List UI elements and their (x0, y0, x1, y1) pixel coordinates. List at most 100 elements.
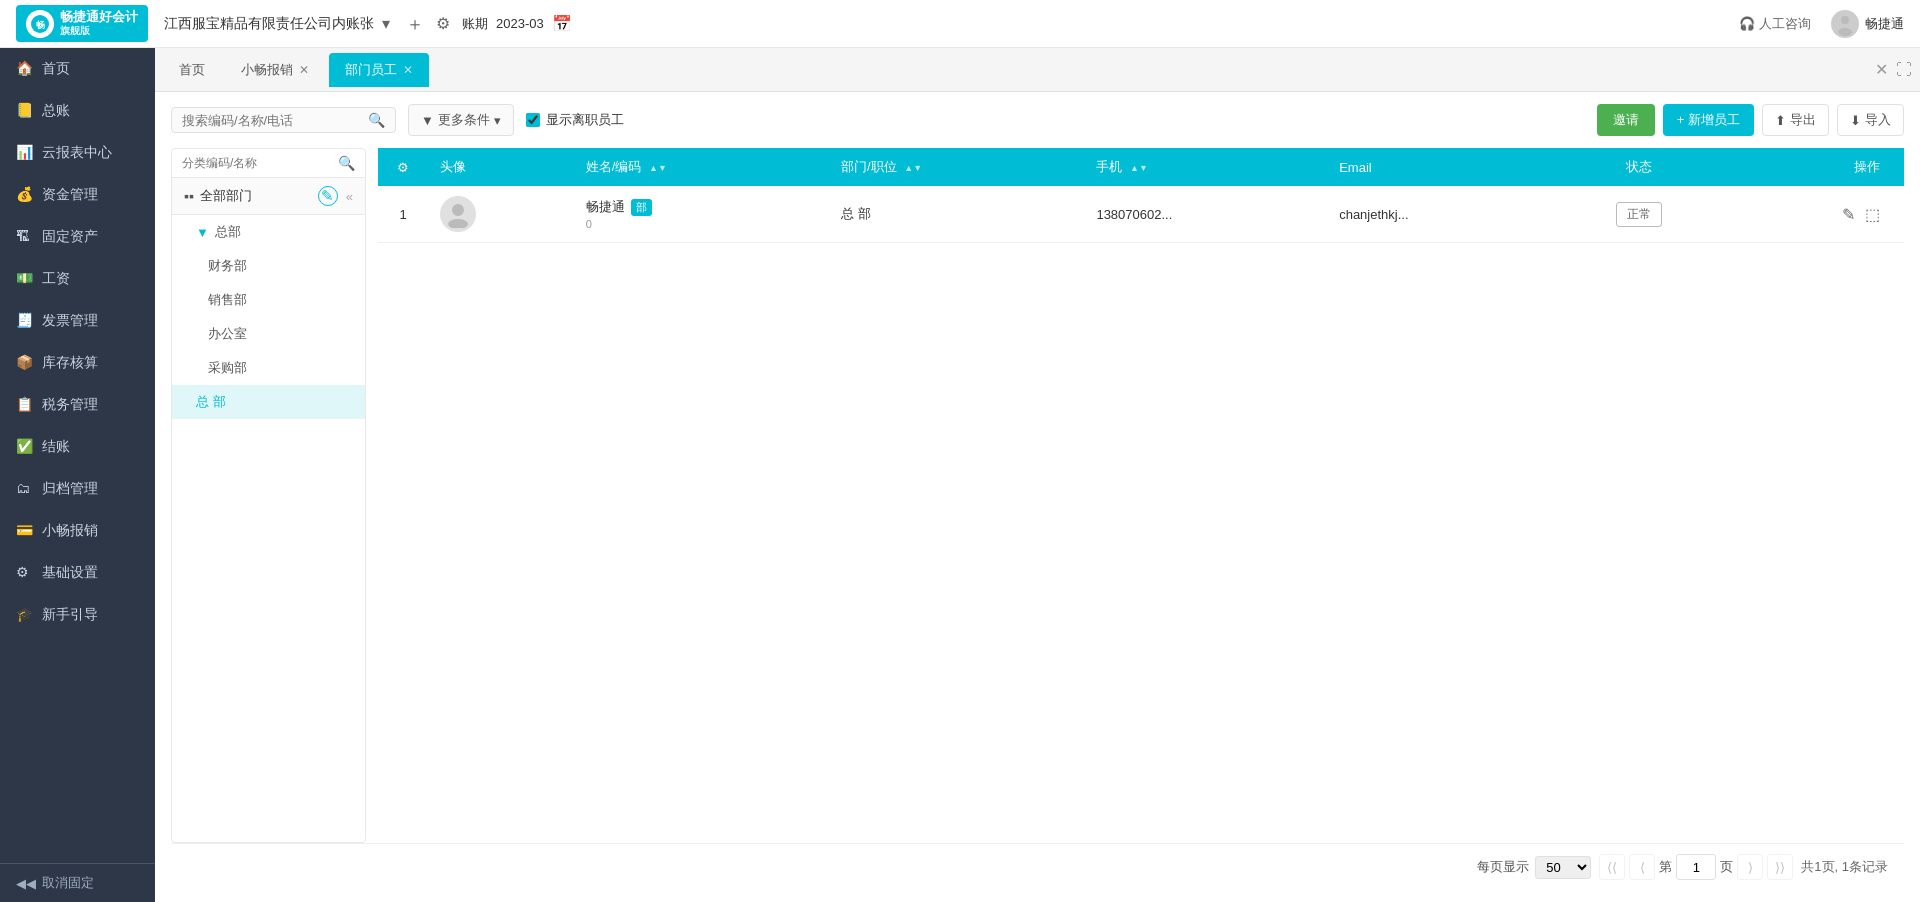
all-dept-icon: ▪▪ (184, 188, 194, 204)
dept-item-purchase[interactable]: 采购部 (172, 351, 365, 385)
emp-search-input[interactable] (182, 113, 362, 128)
content-area: 首页 小畅报销 ✕ 部门员工 ✕ ✕ ⛶ 🔍 (155, 48, 1920, 902)
col-action: 操作 (1724, 148, 1904, 186)
dept-collapse-icon[interactable]: « (346, 189, 353, 204)
app-logo[interactable]: 畅 畅捷通好会计 旗舰版 (16, 5, 148, 43)
svg-point-2 (1841, 16, 1849, 24)
employee-table: ⚙ 头像 姓名/编码 ▲▼ (378, 148, 1904, 243)
app-edition: 旗舰版 (60, 24, 138, 38)
xiaochang-icon: 💳 (16, 522, 34, 540)
export-icon: ⬆ (1775, 113, 1786, 128)
col-phone[interactable]: 手机 ▲▼ (1084, 148, 1327, 186)
home-icon: 🏠 (16, 60, 34, 78)
emp-main: 🔍 ▪▪ 全部部门 ✎ « ▼ 总部 (171, 148, 1904, 843)
page-prev-button[interactable]: ⟨ (1629, 854, 1655, 880)
sidebar-item-settings[interactable]: ⚙ 基础设置 (0, 552, 155, 594)
sidebar-item-guide[interactable]: 🎓 新手引导 (0, 594, 155, 636)
page-content: 🔍 ▼ 更多条件 ▾ 显示离职员工 邀请 + 新增员工 (155, 92, 1920, 902)
dept-search-icon[interactable]: 🔍 (338, 155, 355, 171)
svg-point-3 (1838, 28, 1852, 36)
more-filter-button[interactable]: ▼ 更多条件 ▾ (408, 104, 514, 136)
emp-name: 畅捷通 (586, 198, 625, 216)
page-input[interactable] (1676, 854, 1716, 880)
edit-icon[interactable]: ✎ (1842, 205, 1855, 224)
sidebar-item-reports[interactable]: 📊 云报表中心 (0, 132, 155, 174)
page-last-button[interactable]: ⟩⟩ (1767, 854, 1793, 880)
col-settings[interactable]: ⚙ (378, 148, 428, 186)
consult-button[interactable]: 🎧 人工咨询 (1739, 15, 1811, 33)
dept-sidebar-header: ▪▪ 全部部门 ✎ « (172, 178, 365, 215)
col-name[interactable]: 姓名/编码 ▲▼ (574, 148, 829, 186)
tab-xiaochang-close[interactable]: ✕ (299, 63, 309, 77)
emp-search-icon[interactable]: 🔍 (368, 112, 385, 128)
cell-status: 正常 (1554, 186, 1724, 243)
company-name: 江西服宝精品有限责任公司内账张 (164, 15, 374, 33)
import-button[interactable]: ⬇ 导入 (1837, 104, 1904, 136)
sidebar-item-home[interactable]: 🏠 首页 (0, 48, 155, 90)
avatar (1831, 10, 1859, 38)
invite-button[interactable]: 邀请 (1597, 104, 1655, 136)
cell-no: 1 (378, 186, 428, 243)
export-button[interactable]: ⬆ 导出 (1762, 104, 1829, 136)
dept-item-finance[interactable]: 财务部 (172, 249, 365, 283)
tab-xiaochang[interactable]: 小畅报销 ✕ (225, 53, 325, 87)
dept-item-sales[interactable]: 销售部 (172, 283, 365, 317)
sort-phone-icon: ▲▼ (1130, 163, 1148, 173)
svg-text:畅: 畅 (36, 20, 45, 30)
page-first-button[interactable]: ⟨⟨ (1599, 854, 1625, 880)
sidebar-item-tax[interactable]: 📋 税务管理 (0, 384, 155, 426)
page-next-button[interactable]: ⟩ (1737, 854, 1763, 880)
ledger-icon: 📒 (16, 102, 34, 120)
topbar: 畅 畅捷通好会计 旗舰版 江西服宝精品有限责任公司内账张 ▾ ＋ ⚙ 账期 20… (0, 0, 1920, 48)
col-status: 状态 (1554, 148, 1724, 186)
svg-point-4 (452, 204, 464, 216)
show-resigned-checkbox[interactable]: 显示离职员工 (526, 111, 624, 129)
add-icon[interactable]: ＋ (406, 12, 424, 36)
cancel-pin-button[interactable]: ◀◀ 取消固定 (0, 863, 155, 902)
tab-close-all-icon[interactable]: ✕ (1875, 60, 1888, 79)
sidebar-item-ledger[interactable]: 📒 总账 (0, 90, 155, 132)
dept-edit-icon[interactable]: ✎ (318, 186, 338, 206)
sidebar-item-checkout[interactable]: ✅ 结账 (0, 426, 155, 468)
page-size-dropdown[interactable]: 50 100 200 (1535, 856, 1591, 879)
cell-action: ✎ ⬚ (1724, 186, 1904, 243)
username: 畅捷通 (1865, 15, 1904, 33)
sidebar-item-inventory[interactable]: 📦 库存核算 (0, 342, 155, 384)
add-employee-button[interactable]: + 新增员工 (1663, 104, 1754, 136)
show-resigned-input[interactable] (526, 113, 540, 127)
company-dropdown-icon[interactable]: ▾ (382, 14, 390, 33)
sidebar-item-payroll[interactable]: 💵 工资 (0, 258, 155, 300)
dept-item-hq[interactable]: ▼ 总部 (172, 215, 365, 249)
tab-expand-icon[interactable]: ⛶ (1896, 61, 1912, 79)
calendar-icon[interactable]: 📅 (552, 14, 572, 33)
main-layout: 🏠 首页 📒 总账 📊 云报表中心 💰 资金管理 🏗 固定资产 💵 工资 🧾 发… (0, 48, 1920, 902)
sidebar-item-invoice[interactable]: 🧾 发票管理 (0, 300, 155, 342)
sidebar-item-assets[interactable]: 🏗 固定资产 (0, 216, 155, 258)
dept-search-input[interactable] (182, 156, 334, 170)
col-dept[interactable]: 部门/职位 ▲▼ (829, 148, 1084, 186)
dept-item-general[interactable]: 总 部 (172, 385, 365, 419)
archive-icon: 🗂 (16, 480, 34, 498)
sidebar-item-funds[interactable]: 💰 资金管理 (0, 174, 155, 216)
cell-name: 畅捷通 部 0 (574, 186, 829, 243)
sidebar-item-archive[interactable]: 🗂 归档管理 (0, 468, 155, 510)
tab-dept-emp-close[interactable]: ✕ (403, 63, 413, 77)
period-value: 2023-03 (496, 16, 544, 31)
tab-home[interactable]: 首页 (163, 53, 221, 87)
logo-icon: 畅 (26, 10, 54, 38)
logout-icon[interactable]: ⬚ (1865, 205, 1880, 224)
payroll-icon: 💵 (16, 270, 34, 288)
action-icons: ✎ ⬚ (1736, 205, 1880, 224)
assets-icon: 🏗 (16, 228, 34, 246)
settings-icon[interactable]: ⚙ (436, 14, 450, 33)
checkout-icon: ✅ (16, 438, 34, 456)
dept-search-box: 🔍 (172, 149, 365, 178)
user-menu[interactable]: 畅捷通 (1831, 10, 1904, 38)
emp-toolbar: 🔍 ▼ 更多条件 ▾ 显示离职员工 邀请 + 新增员工 (171, 104, 1904, 136)
pagination-bar: 每页显示 50 100 200 ⟨⟨ ⟨ 第 页 ⟩ (171, 843, 1904, 890)
dept-item-office[interactable]: 办公室 (172, 317, 365, 351)
page-total: 共1页, 1条记录 (1801, 858, 1888, 876)
sort-dept-icon: ▲▼ (904, 163, 922, 173)
tab-dept-emp[interactable]: 部门员工 ✕ (329, 53, 429, 87)
sidebar-item-xiaochang[interactable]: 💳 小畅报销 (0, 510, 155, 552)
